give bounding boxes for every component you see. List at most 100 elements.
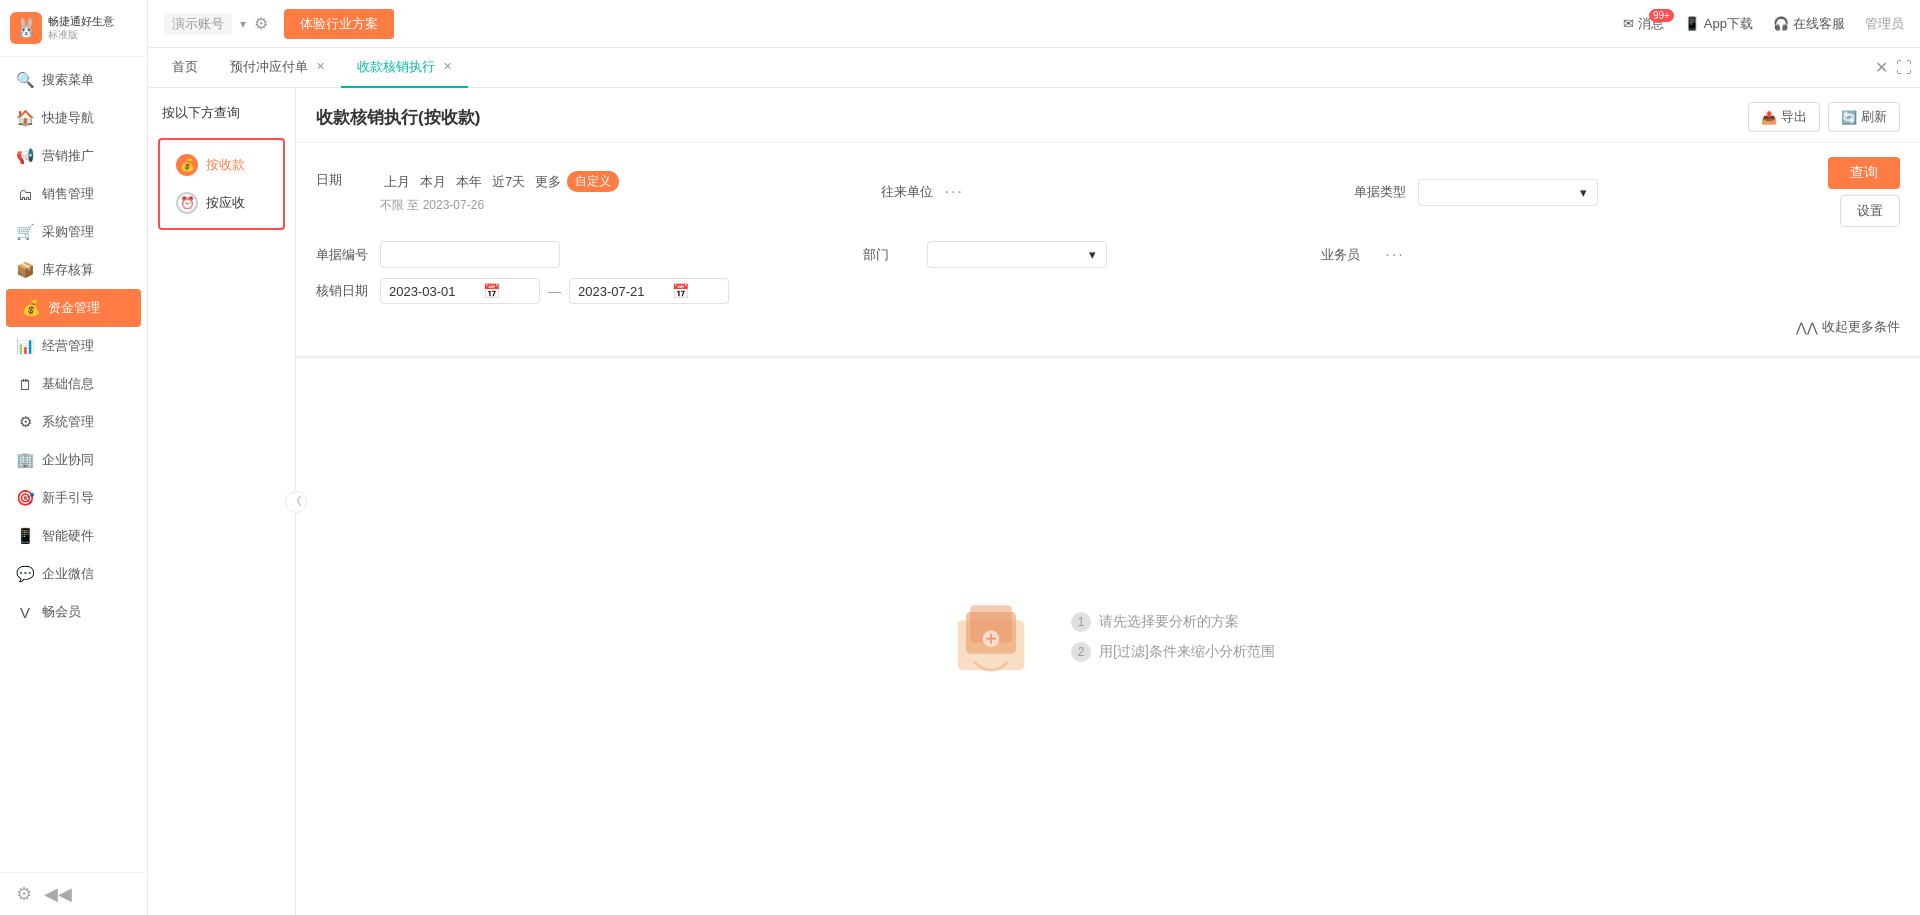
verify-date-end-wrap: 📅: [569, 278, 729, 304]
calendar-start-icon[interactable]: 📅: [483, 283, 500, 299]
dept-dropdown-icon: ▾: [1089, 247, 1096, 262]
bill-type-field: 单据类型 ▾: [1354, 179, 1808, 206]
sales-field: 业务员 ···: [1321, 246, 1760, 264]
sidebar-item-basicinfo[interactable]: 🗒 基础信息: [0, 365, 147, 403]
settings-icon[interactable]: ⚙: [16, 883, 32, 905]
filter-bordered-options: 💰 按收款 ⏰ 按应收: [158, 138, 285, 230]
tab-prepay-close[interactable]: ✕: [316, 60, 325, 73]
sidebar-item-member[interactable]: V 畅会员: [0, 593, 147, 631]
date-options-row: 上月 本月 本年 近7天 更多 自定义: [380, 171, 619, 193]
message-button[interactable]: ✉ 消息 99+: [1623, 15, 1664, 33]
app-download-button[interactable]: 📱 App下载: [1684, 15, 1753, 33]
calendar-end-icon[interactable]: 📅: [672, 283, 689, 299]
sidebar-label-member: 畅会员: [42, 603, 81, 621]
tab-bar-actions: ✕ ⛶: [1875, 58, 1912, 77]
sidebar-item-search[interactable]: 🔍 搜索菜单: [0, 61, 147, 99]
counterparty-input-btn[interactable]: ···: [945, 183, 964, 201]
tab-verify-close[interactable]: ✕: [443, 60, 452, 73]
sidebar-item-enterprise[interactable]: 🏢 企业协同: [0, 441, 147, 479]
hint-num-1: 1: [1071, 612, 1091, 632]
collapse-sidebar-icon[interactable]: ◀◀: [44, 883, 72, 905]
collapse-more-button[interactable]: ⋀⋀ 收起更多条件: [1796, 312, 1900, 342]
empty-illustration: [941, 587, 1041, 687]
filter-panel-wrap: 按以下方查询 💰 按收款 ⏰ 按应收 《: [148, 88, 296, 915]
date-btn-more[interactable]: 更多: [531, 171, 565, 193]
sales-input-btn[interactable]: ···: [1385, 246, 1404, 264]
marketing-icon: 📢: [16, 147, 34, 165]
sidebar-item-operations[interactable]: 📊 经营管理: [0, 327, 147, 365]
sidebar-label-sysmanage: 系统管理: [42, 413, 94, 431]
filter-option-by-receivable[interactable]: ⏰ 按应收: [160, 184, 283, 222]
search-bar: 日期 上月 本月 本年 近7天 更多 自定义 不限 至 2023-07-26: [296, 143, 1920, 357]
header-dropdown-icon[interactable]: ▾: [240, 17, 246, 31]
sidebar-item-guide[interactable]: 🎯 新手引导: [0, 479, 147, 517]
user-info[interactable]: 管理员: [1865, 15, 1904, 33]
sidebar-item-inventory[interactable]: 📦 库存核算: [0, 251, 147, 289]
page-header: 收款核销执行(按收款) 📤 导出 🔄 刷新: [296, 88, 1920, 143]
sidebar-item-purchase[interactable]: 🛒 采购管理: [0, 213, 147, 251]
bill-type-select[interactable]: ▾: [1418, 179, 1598, 206]
date-btn-custom[interactable]: 自定义: [567, 171, 619, 192]
dept-select[interactable]: ▾: [927, 241, 1107, 268]
receipt-icon: 💰: [176, 154, 198, 176]
tab-prepay[interactable]: 预付冲应付单 ✕: [214, 48, 341, 88]
bill-type-label: 单据类型: [1354, 183, 1410, 201]
filter-option-by-receipt[interactable]: 💰 按收款: [160, 146, 283, 184]
date-btn-this-month[interactable]: 本月: [416, 171, 450, 193]
collapse-icon: ⋀⋀: [1796, 320, 1818, 335]
sidebar: 🐰 畅捷通好生意 标准版 🔍 搜索菜单 🏠 快捷导航 📢 营销推广 🗂 销售管理…: [0, 0, 148, 915]
service-label: 在线客服: [1793, 15, 1845, 33]
empty-state: 1 请先选择要分析的方案 2 用[过滤]条件来缩小分析范围: [296, 359, 1920, 915]
sidebar-label-wechat: 企业微信: [42, 565, 94, 583]
tab-verify[interactable]: 收款核销执行 ✕: [341, 48, 468, 88]
tab-home[interactable]: 首页: [156, 48, 214, 88]
online-service-button[interactable]: 🎧 在线客服: [1773, 15, 1845, 33]
bill-type-dropdown-icon: ▾: [1580, 185, 1587, 200]
date-separator: —: [548, 284, 561, 299]
main-content: 收款核销执行(按收款) 📤 导出 🔄 刷新: [296, 88, 1920, 915]
hint-num-2: 2: [1071, 642, 1091, 662]
sidebar-label-finance: 资金管理: [48, 299, 100, 317]
tab-expand-button[interactable]: ⛶: [1896, 59, 1912, 77]
refresh-button[interactable]: 🔄 刷新: [1828, 102, 1900, 132]
filter-option-receivable-label: 按应收: [206, 194, 245, 212]
app-version: 标准版: [48, 28, 114, 42]
date-btn-7days[interactable]: 近7天: [488, 171, 529, 193]
date-btn-last-month[interactable]: 上月: [380, 171, 414, 193]
page-actions: 📤 导出 🔄 刷新: [1748, 102, 1900, 132]
sidebar-item-marketing[interactable]: 📢 营销推广: [0, 137, 147, 175]
header-gear-icon[interactable]: ⚙: [254, 14, 268, 33]
sales-icon: 🗂: [16, 186, 34, 203]
sidebar-item-sysmanage[interactable]: ⚙ 系统管理: [0, 403, 147, 441]
settings-button[interactable]: 设置: [1840, 195, 1900, 227]
header-logo-area: 演示账号 ▾ ⚙: [164, 13, 268, 35]
sidebar-item-hardware[interactable]: 📱 智能硬件: [0, 517, 147, 555]
search-row-3: 核销日期 📅 — 📅: [316, 278, 1900, 304]
app-name: 畅捷通好生意: [48, 14, 114, 28]
bill-no-input[interactable]: [380, 241, 560, 268]
solution-button[interactable]: 体验行业方案: [284, 9, 394, 39]
query-button[interactable]: 查询: [1828, 157, 1900, 189]
filter-panel-collapse-btn[interactable]: 《: [285, 491, 307, 513]
export-button[interactable]: 📤 导出: [1748, 102, 1820, 132]
search-row-1: 日期 上月 本月 本年 近7天 更多 自定义 不限 至 2023-07-26: [316, 157, 1900, 227]
sidebar-item-quicknav[interactable]: 🏠 快捷导航: [0, 99, 147, 137]
sidebar-logo: 🐰 畅捷通好生意 标准版: [0, 0, 147, 57]
sidebar-item-sales[interactable]: 🗂 销售管理: [0, 175, 147, 213]
receivable-icon: ⏰: [176, 192, 198, 214]
hardware-icon: 📱: [16, 527, 34, 545]
verify-date-start-input[interactable]: [389, 284, 479, 299]
refresh-label: 刷新: [1861, 108, 1887, 126]
message-badge: 99+: [1649, 9, 1674, 22]
app-logo-icon: 🐰: [10, 12, 42, 44]
sidebar-item-finance[interactable]: 💰 资金管理: [6, 289, 141, 327]
message-icon: ✉: [1623, 16, 1634, 31]
verify-date-end-input[interactable]: [578, 284, 668, 299]
collapse-row: ⋀⋀ 收起更多条件: [316, 312, 1900, 342]
verify-date-label: 核销日期: [316, 282, 372, 300]
sidebar-item-wechat[interactable]: 💬 企业微信: [0, 555, 147, 593]
date-options-wrap: 上月 本月 本年 近7天 更多 自定义 不限 至 2023-07-26: [380, 171, 619, 214]
tab-close-all-button[interactable]: ✕: [1875, 58, 1888, 77]
top-header: 演示账号 ▾ ⚙ 体验行业方案 ✉ 消息 99+ 📱 App下载 🎧 在线客服 …: [148, 0, 1920, 48]
date-btn-this-year[interactable]: 本年: [452, 171, 486, 193]
